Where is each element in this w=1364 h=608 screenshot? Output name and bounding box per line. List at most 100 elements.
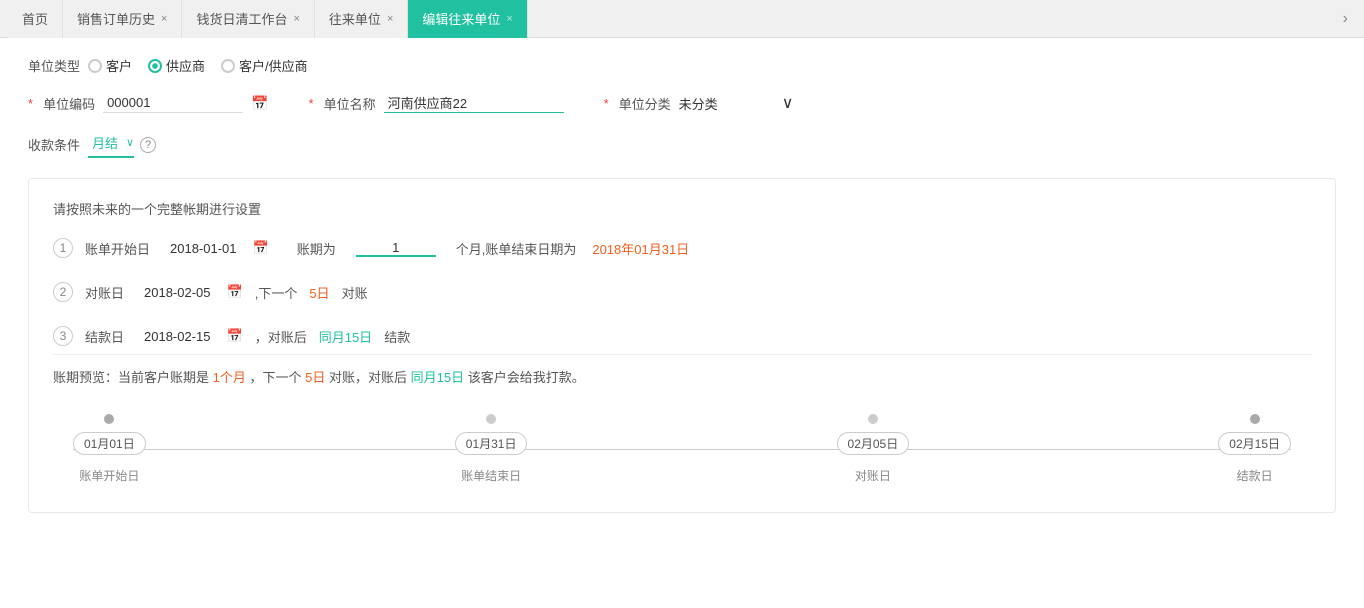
radio-both[interactable]: 客户/供应商: [221, 56, 308, 75]
payment-terms-dropdown[interactable]: 月结 ∨: [88, 131, 134, 158]
tab-edit-partner-close[interactable]: ×: [506, 13, 512, 25]
radio-customer-label: 客户: [106, 56, 132, 75]
period-end-date: 2018年01月31日: [592, 239, 689, 258]
step-num-3: 3: [53, 326, 73, 346]
radio-supplier[interactable]: 供应商: [148, 56, 205, 75]
node-dot-start: [104, 414, 114, 424]
unit-category-required: *: [604, 96, 609, 111]
timeline-node-end-bill: 01月31日 账单结束日: [455, 414, 528, 484]
tab-sales-history-label: 销售订单历史: [77, 9, 155, 28]
period-input[interactable]: [356, 240, 436, 257]
step-num-2: 2: [53, 282, 73, 302]
tab-sales-history-close[interactable]: ×: [161, 13, 167, 25]
tab-cash-work[interactable]: 钱货日清工作台 ×: [182, 0, 314, 38]
tab-more-button[interactable]: ›: [1335, 10, 1356, 28]
node-label-end-bill: 账单结束日: [461, 467, 521, 484]
step-3-calendar-icon[interactable]: 📅: [227, 328, 243, 344]
tab-sales-history[interactable]: 销售订单历史 ×: [63, 0, 182, 38]
timeline-node-start: 01月01日 账单开始日: [73, 414, 146, 484]
step-3-highlight: 同月15日: [319, 327, 372, 346]
preview-suffix: 该客户会给我打款。: [468, 370, 585, 385]
tab-partner-close[interactable]: ×: [387, 13, 393, 25]
step-2-suffix: 对账: [342, 283, 368, 302]
timeline-section: 01月01日 账单开始日 01月31日 账单结束日 02月05日 对账日: [53, 398, 1311, 492]
unit-code-group: * 单位编码 📅: [28, 93, 269, 113]
preview-highlight2: 5日: [305, 370, 325, 385]
unit-name-input[interactable]: [384, 93, 564, 113]
unit-category-arrow: ∨: [782, 93, 794, 113]
step-label-1: 账单开始日: [85, 239, 150, 258]
step-3-prefix: ，对账后: [255, 327, 307, 346]
unit-code-label: 单位编码: [43, 94, 95, 113]
step-num-1: 1: [53, 238, 73, 258]
node-badge-payment: 02月15日: [1218, 432, 1291, 455]
tab-cash-work-label: 钱货日清工作台: [196, 9, 287, 28]
payment-terms-label: 收款条件: [28, 135, 80, 154]
tab-home[interactable]: 首页: [8, 0, 63, 38]
step-period-label: 账期为: [297, 239, 336, 258]
radio-supplier-circle: [148, 59, 162, 73]
timeline-nodes: 01月01日 账单开始日 01月31日 账单结束日 02月05日 对账日: [73, 414, 1291, 484]
step-row-3: 3 结款日 2018-02-15 📅 ，对账后 同月15日 结款: [53, 326, 1311, 346]
step-2-prefix: ,下一个: [255, 283, 298, 302]
unit-category-value: 未分类: [679, 94, 718, 113]
step-2-highlight: 5日: [309, 283, 329, 302]
step-period-unit: 个月,账单结束日期为: [456, 239, 577, 258]
radio-customer[interactable]: 客户: [88, 56, 132, 75]
payment-terms-value: 月结: [88, 131, 122, 154]
unit-name-group: * 单位名称: [309, 93, 564, 113]
step-1-calendar-icon[interactable]: 📅: [253, 240, 269, 256]
main-content: 单位类型 客户 供应商 客户/供应商 * 单位编码 📅 * 单位名: [0, 38, 1364, 608]
preview-highlight1: 1个月: [213, 370, 246, 385]
radio-supplier-label: 供应商: [166, 56, 205, 75]
tab-bar: 首页 销售订单历史 × 钱货日清工作台 × 往来单位 × 编辑往来单位 × ›: [0, 0, 1364, 38]
step-date-2: 2018-02-05: [144, 285, 211, 300]
unit-code-input[interactable]: [103, 93, 243, 113]
node-badge-reconcile: 02月05日: [837, 432, 910, 455]
preview-prefix: 账期预览：当前客户账期是: [53, 370, 209, 385]
unit-info-row: * 单位编码 📅 * 单位名称 * 单位分类 未分类 ∨: [28, 93, 1336, 113]
payment-terms-row: 收款条件 月结 ∨ ?: [28, 131, 1336, 158]
step-date-1: 2018-01-01: [170, 241, 237, 256]
period-setup-section: 请按照未来的一个完整帐期进行设置 1 账单开始日 2018-01-01 📅 账期…: [28, 178, 1336, 513]
tab-cash-work-close[interactable]: ×: [293, 13, 299, 25]
step-row-2: 2 对账日 2018-02-05 📅 ,下一个 5日 对账: [53, 282, 1311, 302]
unit-type-label: 单位类型: [28, 56, 80, 75]
help-icon[interactable]: ?: [140, 137, 156, 153]
node-badge-end-bill: 01月31日: [455, 432, 528, 455]
unit-name-label: 单位名称: [324, 94, 376, 113]
unit-category-label: 单位分类: [619, 94, 671, 113]
tab-edit-partner[interactable]: 编辑往来单位 ×: [408, 0, 527, 38]
step-label-2: 对账日: [85, 283, 124, 302]
node-dot-end-bill: [486, 414, 496, 424]
unit-type-radio-group: 客户 供应商 客户/供应商: [88, 56, 308, 75]
preview-mid2: 对账，对账后: [329, 370, 407, 385]
unit-category-dropdown[interactable]: 未分类 ∨: [679, 93, 794, 113]
unit-code-calendar-icon[interactable]: 📅: [251, 95, 268, 112]
section-title: 请按照未来的一个完整帐期进行设置: [53, 199, 1311, 218]
node-dot-reconcile: [868, 414, 878, 424]
radio-customer-circle: [88, 59, 102, 73]
step-2-calendar-icon[interactable]: 📅: [227, 284, 243, 300]
timeline-node-reconcile: 02月05日 对账日: [837, 414, 910, 484]
preview-section: 账期预览：当前客户账期是 1个月 ，下一个 5日 对账，对账后 同月15日 该客…: [53, 354, 1311, 398]
tab-partner-label: 往来单位: [329, 9, 381, 28]
timeline-node-payment: 02月15日 结款日: [1218, 414, 1291, 484]
step-date-3: 2018-02-15: [144, 329, 211, 344]
radio-both-circle: [221, 59, 235, 73]
node-badge-start: 01月01日: [73, 432, 146, 455]
radio-both-label: 客户/供应商: [239, 56, 308, 75]
tab-edit-partner-label: 编辑往来单位: [422, 9, 500, 28]
step-3-suffix: 结款: [384, 327, 410, 346]
step-label-3: 结款日: [85, 327, 124, 346]
node-label-start: 账单开始日: [79, 467, 139, 484]
unit-type-row: 单位类型 客户 供应商 客户/供应商: [28, 56, 1336, 75]
timeline-track: 01月01日 账单开始日 01月31日 账单结束日 02月05日 对账日: [73, 414, 1291, 484]
tab-partner[interactable]: 往来单位 ×: [315, 0, 408, 38]
chevron-right-icon: ›: [1343, 10, 1348, 28]
unit-code-required: *: [28, 96, 33, 111]
preview-highlight3: 同月15日: [411, 370, 464, 385]
step-row-1: 1 账单开始日 2018-01-01 📅 账期为 个月,账单结束日期为 2018…: [53, 238, 1311, 258]
node-dot-payment: [1250, 414, 1260, 424]
node-label-reconcile: 对账日: [855, 467, 891, 484]
